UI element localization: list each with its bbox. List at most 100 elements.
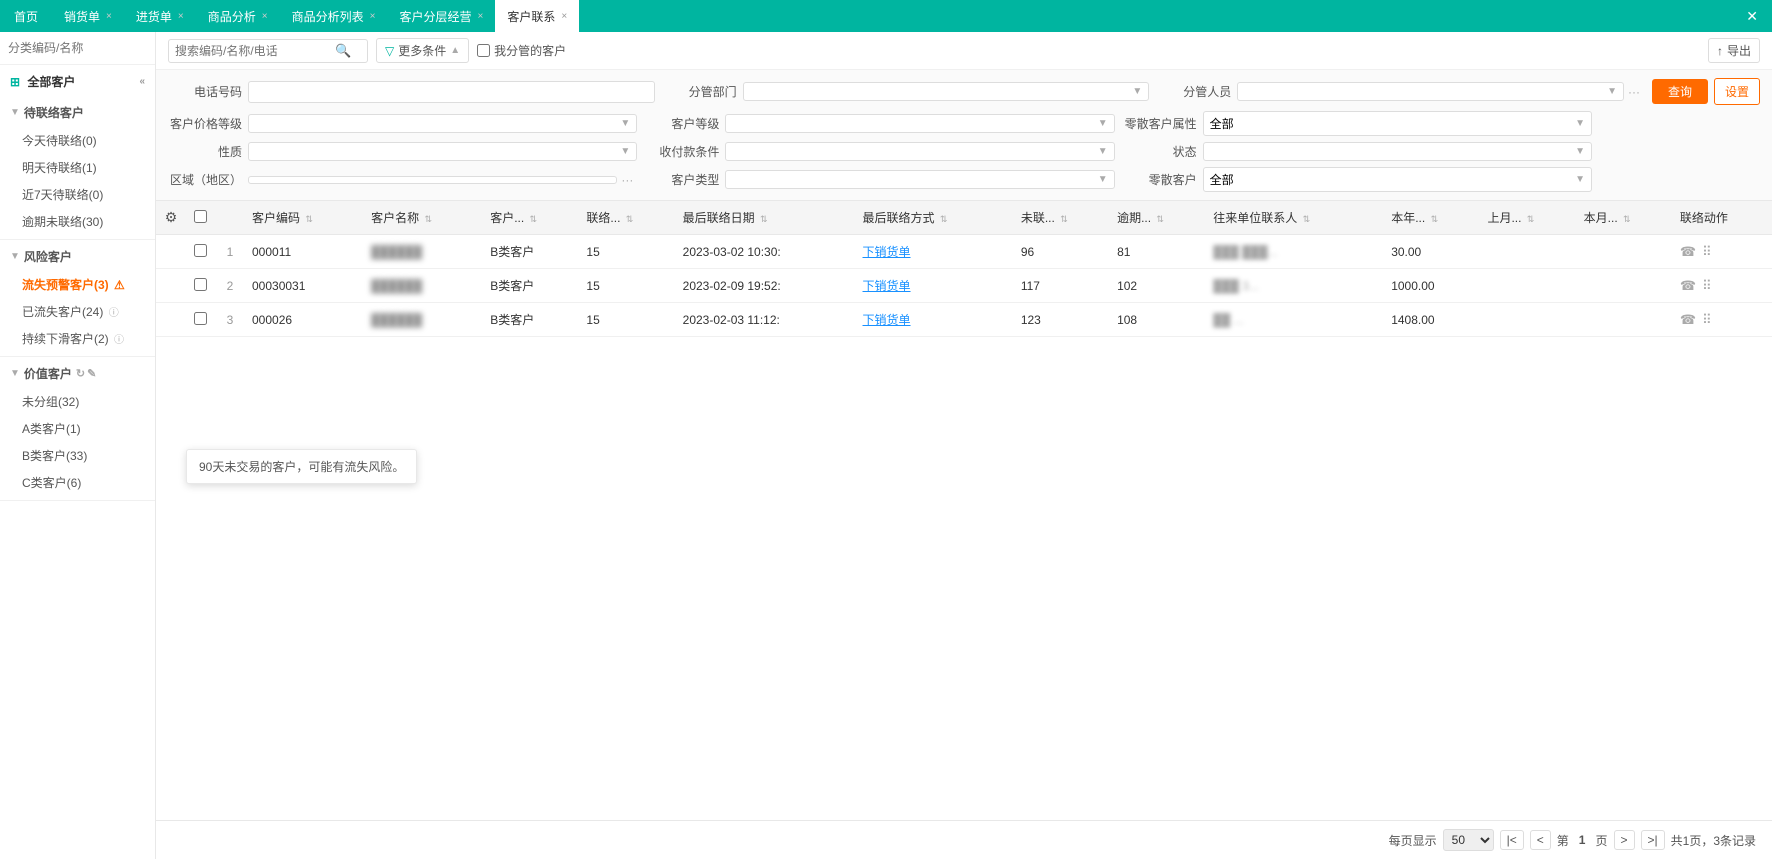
- col-this-year[interactable]: 本年... ⇅: [1385, 201, 1481, 235]
- search-input[interactable]: [175, 44, 335, 58]
- col-contact[interactable]: 联络... ⇅: [580, 201, 676, 235]
- dept-select[interactable]: ▼: [743, 82, 1150, 101]
- sidebar-item-declining[interactable]: 持续下滑客户(2) ⓘ: [0, 325, 155, 352]
- zero-retail-attr-select[interactable]: 全部 ▼: [1203, 111, 1592, 136]
- zero-retail-select[interactable]: 全部 ▼: [1203, 167, 1592, 192]
- row-actions: ☎ ⠿: [1674, 235, 1772, 269]
- row-checkbox[interactable]: [194, 312, 207, 325]
- contact-icon[interactable]: ☎: [1680, 244, 1696, 260]
- tab-customer-contact[interactable]: 客户联系 ×: [495, 0, 579, 32]
- sidebar-item-b-class[interactable]: B类客户(33): [0, 442, 155, 469]
- first-page-button[interactable]: |<: [1500, 830, 1524, 850]
- more-conditions-button[interactable]: ▽ 更多条件 ▲: [376, 38, 469, 63]
- zero-retail-label: 零散客户: [1123, 171, 1203, 188]
- row-gear: [156, 269, 186, 303]
- payment-select[interactable]: ▼: [725, 142, 1114, 161]
- filter-field-phone: 电话号码: [168, 81, 655, 103]
- col-contacts[interactable]: 往来单位联系人 ⇅: [1207, 201, 1385, 235]
- phone-input[interactable]: [248, 81, 655, 103]
- col-name[interactable]: 客户名称 ⇅: [365, 201, 484, 235]
- col-last-contact-method[interactable]: 最后联络方式 ⇅: [857, 201, 1015, 235]
- col-overdue[interactable]: 逾期... ⇅: [1111, 201, 1207, 235]
- row-num: 3: [214, 303, 246, 337]
- contact-method-link[interactable]: 下销货单: [863, 279, 911, 293]
- filter-row-1: 电话号码 分管部门 ▼ 分管人员 ▼ ···: [168, 78, 1760, 105]
- row-num: 1: [214, 235, 246, 269]
- more-actions-icon[interactable]: ⠿: [1702, 312, 1712, 328]
- warning-icon: ⚠: [114, 278, 125, 292]
- col-type[interactable]: 客户... ⇅: [484, 201, 580, 235]
- my-customers-checkbox[interactable]: [477, 44, 490, 57]
- customer-level-select[interactable]: ▼: [725, 114, 1114, 133]
- status-select[interactable]: ▼: [1203, 142, 1592, 161]
- tab-product-analysis[interactable]: 商品分析 ×: [196, 0, 280, 32]
- search-icon[interactable]: 🔍: [335, 43, 351, 59]
- tab-product-analysis-list[interactable]: 商品分析列表 ×: [280, 0, 388, 32]
- sidebar-item-a-class[interactable]: A类客户(1): [0, 415, 155, 442]
- col-code[interactable]: 客户编码 ⇅: [246, 201, 365, 235]
- more-actions-icon[interactable]: ⠿: [1702, 244, 1712, 260]
- section-title-risk[interactable]: ▼ 风险客户: [0, 242, 155, 271]
- sidebar-item-overdue[interactable]: 逾期未联络(30): [0, 208, 155, 235]
- page-size-select[interactable]: 50 100 200: [1443, 829, 1494, 851]
- region-select[interactable]: [248, 176, 617, 184]
- tab-purchase-order[interactable]: 进货单 ×: [124, 0, 196, 32]
- person-select[interactable]: ▼: [1237, 82, 1624, 101]
- contact-icon[interactable]: ☎: [1680, 278, 1696, 294]
- more-dots-icon[interactable]: ···: [617, 173, 637, 187]
- more-actions-icon[interactable]: ⠿: [1702, 278, 1712, 294]
- refresh-icon[interactable]: ↻: [76, 367, 85, 380]
- contact-icon[interactable]: ☎: [1680, 312, 1696, 328]
- sidebar-all-customers[interactable]: ⊞ 全部客户 «: [0, 65, 155, 98]
- next-page-button[interactable]: >: [1614, 830, 1635, 850]
- settings-button[interactable]: 设置: [1714, 78, 1760, 105]
- close-icon[interactable]: ×: [561, 11, 567, 22]
- customer-type-select[interactable]: ▼: [725, 170, 1114, 189]
- sidebar-item-today[interactable]: 今天待联络(0): [0, 127, 155, 154]
- row-checkbox[interactable]: [194, 278, 207, 291]
- col-this-month[interactable]: 本月... ⇅: [1578, 201, 1674, 235]
- close-icon[interactable]: ×: [106, 11, 112, 22]
- sidebar-item-ungroup[interactable]: 未分组(32): [0, 388, 155, 415]
- tab-customer-stratification[interactable]: 客户分层经营 ×: [387, 0, 495, 32]
- filter-bar: 🔍 ▽ 更多条件 ▲ 我分管的客户 ↑ 导出: [156, 32, 1772, 70]
- expand-arrow-icon: ▼: [10, 107, 20, 118]
- section-title-pending[interactable]: ▼ 待联络客户: [0, 98, 155, 127]
- contact-method-link[interactable]: 下销货单: [863, 313, 911, 327]
- col-no-contact[interactable]: 未联... ⇅: [1015, 201, 1111, 235]
- close-icon[interactable]: ×: [262, 11, 268, 22]
- col-last-contact-date[interactable]: 最后联络日期 ⇅: [677, 201, 857, 235]
- close-icon[interactable]: ×: [477, 11, 483, 22]
- window-close-button[interactable]: ✕: [1732, 8, 1772, 25]
- close-icon[interactable]: ×: [178, 11, 184, 22]
- row-last-contact-date: 2023-03-02 10:30:: [677, 235, 857, 269]
- sidebar-item-7days[interactable]: 近7天待联络(0): [0, 181, 155, 208]
- my-customers-checkbox-area[interactable]: 我分管的客户: [477, 42, 566, 59]
- sidebar-search-input[interactable]: [8, 41, 156, 55]
- col-last-month[interactable]: 上月... ⇅: [1481, 201, 1577, 235]
- nature-label: 性质: [168, 143, 248, 160]
- contact-method-link[interactable]: 下销货单: [863, 245, 911, 259]
- sidebar-item-churned[interactable]: 已流失客户(24) ⓘ: [0, 298, 155, 325]
- row-checkbox[interactable]: [194, 244, 207, 257]
- sidebar-item-c-class[interactable]: C类客户(6): [0, 469, 155, 496]
- row-last-contact-date: 2023-02-09 19:52:: [677, 269, 857, 303]
- prev-page-button[interactable]: <: [1530, 830, 1551, 850]
- nature-select[interactable]: ▼: [248, 142, 637, 161]
- tab-sales-order[interactable]: 销货单 ×: [52, 0, 124, 32]
- sidebar-item-churn-warning[interactable]: 流失预警客户(3) ⚠: [0, 271, 155, 298]
- edit-icon[interactable]: ✎: [87, 367, 96, 380]
- settings-icon[interactable]: ⚙: [165, 209, 178, 225]
- more-dots-icon[interactable]: ···: [1624, 85, 1644, 99]
- chevron-down-icon: ▼: [1098, 174, 1108, 185]
- sidebar-item-tomorrow[interactable]: 明天待联络(1): [0, 154, 155, 181]
- tab-home[interactable]: 首页: [0, 0, 52, 32]
- query-button[interactable]: 查询: [1652, 79, 1708, 104]
- select-all-checkbox[interactable]: [194, 210, 207, 223]
- last-page-button[interactable]: >|: [1641, 830, 1665, 850]
- status-label: 状态: [1123, 143, 1203, 160]
- export-button[interactable]: ↑ 导出: [1708, 38, 1760, 63]
- price-level-select[interactable]: ▼: [248, 114, 637, 133]
- close-icon[interactable]: ×: [370, 11, 376, 22]
- section-title-value[interactable]: ▼ 价值客户 ↻ ✎: [0, 359, 155, 388]
